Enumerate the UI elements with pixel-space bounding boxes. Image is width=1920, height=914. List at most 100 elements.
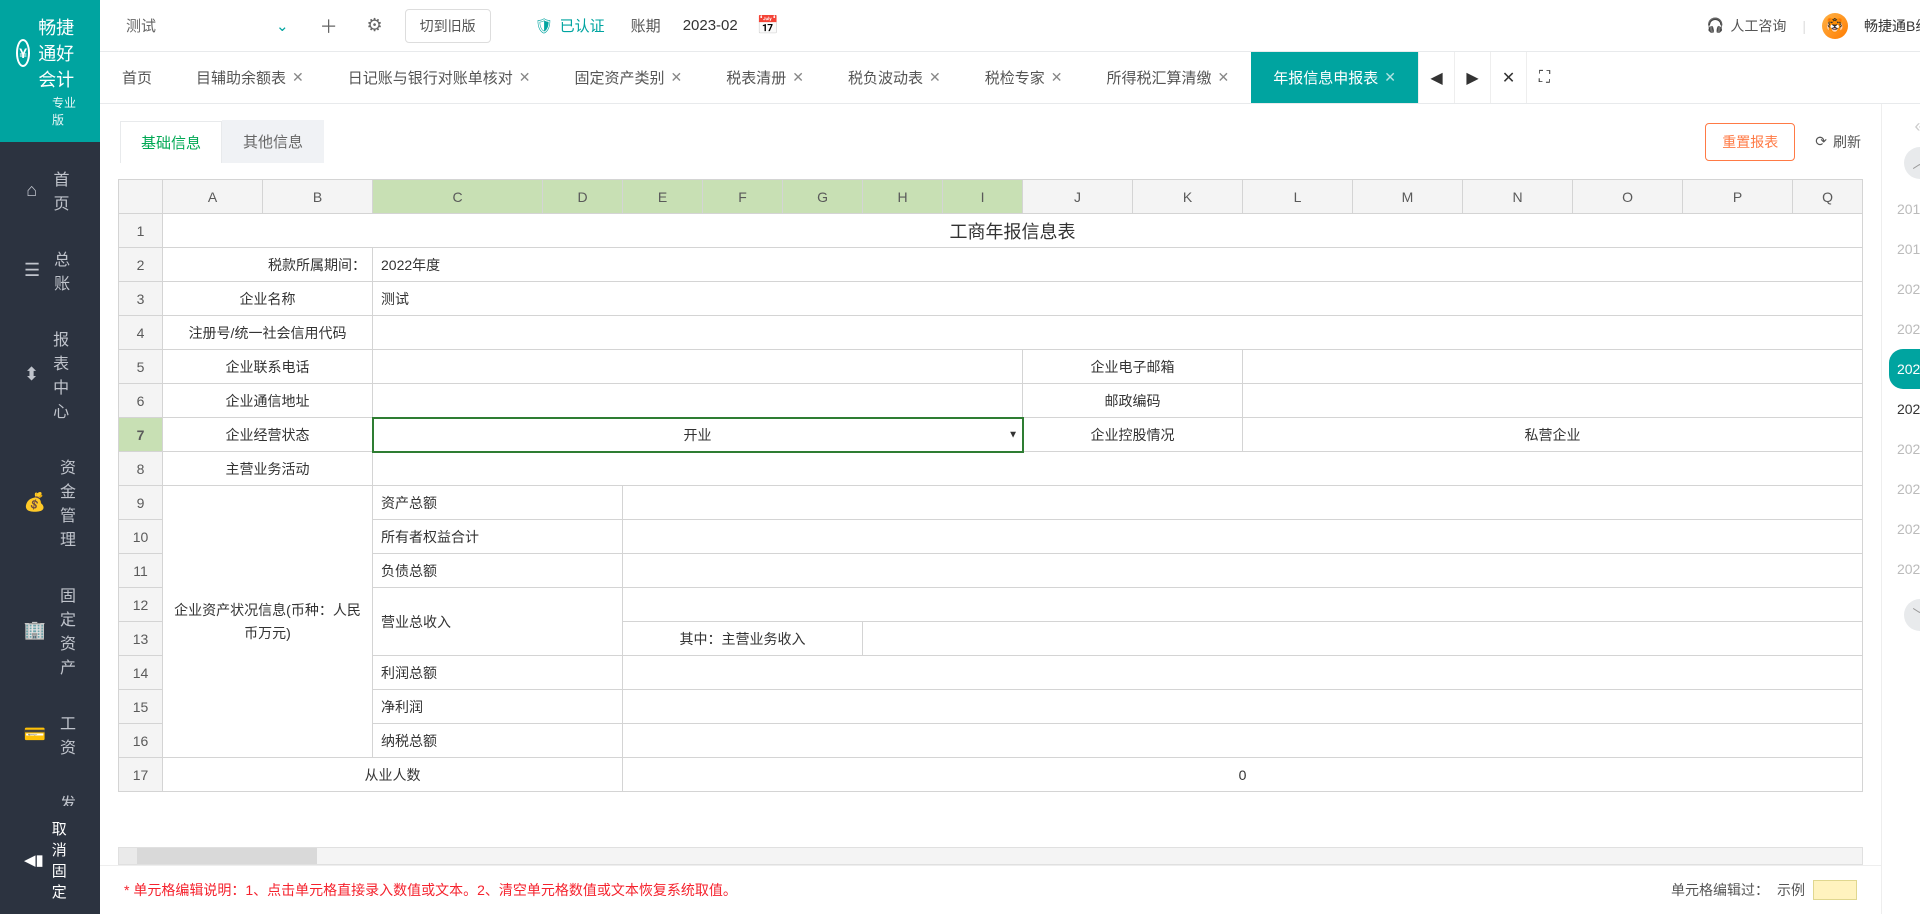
pin-toggle[interactable]: ◀▮取消固定 [0,806,100,914]
col-header[interactable]: M [1353,180,1463,214]
cell[interactable]: 企业通信地址 [163,384,373,418]
spreadsheet[interactable]: A B C D E F G H I J K L M [118,179,1863,792]
year-item[interactable]: 2027年 [1889,549,1920,589]
close-icon[interactable]: ✕ [292,69,304,86]
user-name[interactable]: 畅捷通B组... [1864,16,1920,36]
col-header[interactable]: G [783,180,863,214]
row-header[interactable]: 15 [119,690,163,724]
cell[interactable]: 企业资产状况信息(币种：人民币万元) [163,486,373,758]
cell[interactable]: 主营业务活动 [163,452,373,486]
year-item[interactable]: 2024年 [1889,429,1920,469]
tab-item[interactable]: 固定资产类别✕ [553,52,705,103]
close-icon[interactable]: ✕ [792,69,804,86]
cell[interactable] [623,724,1863,758]
tab-home[interactable]: 首页 [100,52,174,103]
cell[interactable] [623,520,1863,554]
col-header[interactable]: L [1243,180,1353,214]
cell[interactable]: 企业控股情况 [1023,418,1243,452]
cell[interactable] [623,690,1863,724]
close-icon[interactable]: ✕ [1384,69,1396,86]
cell[interactable]: 税款所属期间： [163,248,373,282]
sidebar-item-salary[interactable]: 💳工资 [0,694,100,774]
col-header[interactable]: J [1023,180,1133,214]
cell[interactable]: 利润总额 [373,656,623,690]
close-icon[interactable]: ✕ [671,69,683,86]
year-item[interactable]: 2021年 [1889,309,1920,349]
year-item[interactable]: 2018年 [1889,189,1920,229]
row-header[interactable]: 13 [119,622,163,656]
sidebar-item-asset[interactable]: 🏢固定资产 [0,566,100,694]
subtab-other[interactable]: 其他信息 [222,120,324,163]
row-header[interactable]: 12 [119,588,163,622]
cell[interactable]: 营业总收入 [373,588,623,656]
sidebar-item-invoice[interactable]: 🧾发票管理 [0,774,100,806]
year-item[interactable]: 2019年 [1889,229,1920,269]
col-header[interactable]: H [863,180,943,214]
col-header[interactable]: Q [1793,180,1863,214]
cell[interactable]: 测试 [373,282,1863,316]
cell[interactable] [623,588,1863,622]
cell[interactable]: 纳税总额 [373,724,623,758]
col-header[interactable]: O [1573,180,1683,214]
close-icon[interactable]: ✕ [1218,69,1230,86]
tab-prev[interactable]: ◀ [1418,52,1454,103]
year-item[interactable]: 2023年 [1889,389,1920,429]
corner-cell[interactable] [119,180,163,214]
consult-button[interactable]: 🎧 人工咨询 [1707,16,1786,36]
cell[interactable]: 企业电子邮箱 [1023,350,1243,384]
dropdown-icon[interactable]: ▼ [1008,429,1018,440]
col-header[interactable]: E [623,180,703,214]
cell[interactable] [863,622,1863,656]
settings-icon[interactable]: ⚙ [359,10,391,42]
year-item[interactable]: 2022年 [1889,349,1920,389]
subtab-basic[interactable]: 基础信息 [120,121,222,163]
year-item[interactable]: 2020年 [1889,269,1920,309]
col-header[interactable]: F [703,180,783,214]
tab-item[interactable]: 目辅助余额表✕ [174,52,326,103]
cell[interactable] [373,316,1863,350]
tab-item[interactable]: 税表清册✕ [704,52,826,103]
col-header[interactable]: D [543,180,623,214]
sidebar-item-home[interactable]: ⌂首页 [0,150,100,230]
selected-cell[interactable]: 开业▼ [373,418,1023,452]
year-item[interactable]: 2025年 [1889,469,1920,509]
col-header[interactable]: A [163,180,263,214]
switch-old-button[interactable]: 切到旧版 [405,9,491,43]
col-header[interactable]: N [1463,180,1573,214]
cell[interactable] [373,452,1863,486]
col-header[interactable]: P [1683,180,1793,214]
period-value[interactable]: 2023-02 [683,17,738,34]
close-icon[interactable]: ✕ [929,69,941,86]
cell[interactable] [373,350,1023,384]
company-selector[interactable]: 测试 ⌄ [116,9,299,42]
row-header[interactable]: 7 [119,418,163,452]
row-header[interactable]: 9 [119,486,163,520]
cell[interactable]: 2022年度 [373,248,1863,282]
cell[interactable]: 私营企业 [1243,418,1863,452]
row-header[interactable]: 5 [119,350,163,384]
row-header[interactable]: 16 [119,724,163,758]
sidebar-item-ledger[interactable]: ☰总账 [0,230,100,310]
cell[interactable]: 净利润 [373,690,623,724]
col-header[interactable]: C [373,180,543,214]
cell[interactable] [1243,350,1863,384]
tab-item[interactable]: 所得税汇算清缴✕ [1085,52,1252,103]
fullscreen-icon[interactable]: ⛶ [1526,52,1562,103]
close-icon[interactable]: ✕ [1051,69,1063,86]
sidebar-item-fund[interactable]: 💰资金管理 [0,438,100,566]
cell[interactable] [623,656,1863,690]
avatar[interactable]: 🐯 [1822,13,1848,39]
col-header[interactable]: I [943,180,1023,214]
year-item[interactable]: 2026年 [1889,509,1920,549]
cell[interactable]: 负债总额 [373,554,623,588]
row-header[interactable]: 8 [119,452,163,486]
cell[interactable]: 所有者权益合计 [373,520,623,554]
cell[interactable]: 企业名称 [163,282,373,316]
row-header[interactable]: 6 [119,384,163,418]
row-header[interactable]: 2 [119,248,163,282]
cell[interactable] [623,554,1863,588]
row-header[interactable]: 17 [119,758,163,792]
year-up[interactable]: ︿ [1904,147,1920,179]
refresh-button[interactable]: ⟳刷新 [1815,132,1861,152]
cell[interactable]: 企业联系电话 [163,350,373,384]
